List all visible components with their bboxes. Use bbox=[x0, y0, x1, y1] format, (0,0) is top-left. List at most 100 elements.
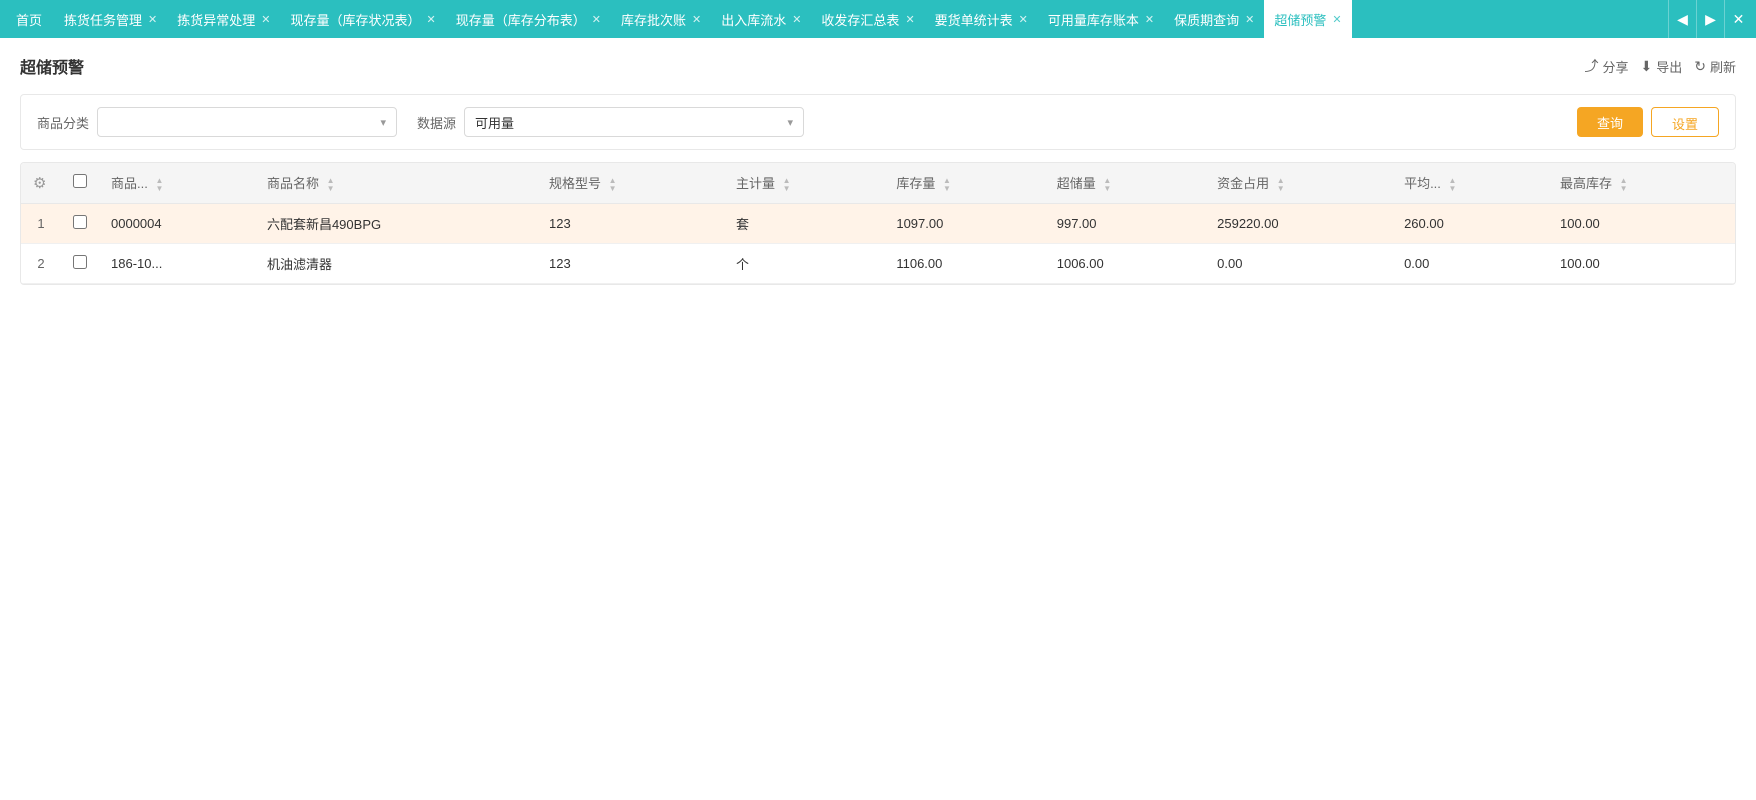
tab-close-icon[interactable]: ✕ bbox=[1332, 13, 1341, 26]
datasource-select[interactable]: 可用量 ▾ bbox=[464, 107, 804, 137]
row-capital: 0.00 bbox=[1205, 243, 1392, 283]
row-unit: 套 bbox=[724, 203, 884, 243]
col-avg: 平均... ▲▼ bbox=[1392, 163, 1548, 203]
row-stock: 1106.00 bbox=[884, 243, 1044, 283]
row-checkbox[interactable] bbox=[73, 215, 87, 229]
tab-close-icon[interactable]: ✕ bbox=[261, 13, 270, 26]
row-spec: 123 bbox=[537, 243, 724, 283]
export-link[interactable]: ⬇ 导出 bbox=[1641, 57, 1683, 76]
tab-label: 现存量（库存分布表） bbox=[456, 10, 586, 29]
page-actions: ⤴ 分享 ⬇ 导出 ↻ 刷新 bbox=[1584, 56, 1736, 76]
tab-close-icon[interactable]: ✕ bbox=[148, 13, 157, 26]
filter-actions: 查询 设置 bbox=[1577, 107, 1719, 137]
row-name: 六配套新昌490BPG bbox=[255, 203, 537, 243]
col-unit-label: 主计量 bbox=[736, 176, 775, 191]
table-header-row: ⚙ 商品... ▲▼ 商品名称 ▲▼ 规格型号 ▲▼ bbox=[21, 163, 1735, 203]
col-unit: 主计量 ▲▼ bbox=[724, 163, 884, 203]
col-stock-sort-icon[interactable]: ▲▼ bbox=[943, 177, 951, 193]
table-row: 2 186-10... 机油滤清器 123 个 1106.00 1006.00 … bbox=[21, 243, 1735, 283]
topbar-tab-2[interactable]: 现存量（库存状况表） ✕ bbox=[280, 0, 445, 38]
col-gear: ⚙ bbox=[21, 163, 61, 203]
col-code-sort-icon[interactable]: ▲▼ bbox=[155, 177, 163, 193]
datasource-value: 可用量 bbox=[475, 113, 514, 132]
topbar-tab-1[interactable]: 拣货异常处理 ✕ bbox=[167, 0, 280, 38]
col-capital-sort-icon[interactable]: ▲▼ bbox=[1277, 177, 1285, 193]
row-name: 机油滤清器 bbox=[255, 243, 537, 283]
topbar-tab-6[interactable]: 收发存汇总表✕ bbox=[811, 0, 924, 38]
row-checkbox[interactable] bbox=[73, 255, 87, 269]
datasource-chevron-icon: ▾ bbox=[788, 116, 794, 129]
select-all-checkbox[interactable] bbox=[73, 174, 87, 188]
col-code-label: 商品... bbox=[111, 176, 148, 191]
row-capital: 259220.00 bbox=[1205, 203, 1392, 243]
category-select[interactable]: ▾ bbox=[97, 107, 397, 137]
topbar-tab-10[interactable]: 超储预警✕ bbox=[1264, 0, 1351, 38]
home-link[interactable]: 首页 bbox=[4, 0, 54, 38]
col-capital: 资金占用 ▲▼ bbox=[1205, 163, 1392, 203]
row-over: 997.00 bbox=[1045, 203, 1205, 243]
tab-close-icon[interactable]: ✕ bbox=[692, 13, 701, 26]
col-code: 商品... ▲▼ bbox=[99, 163, 255, 203]
setting-button[interactable]: 设置 bbox=[1651, 107, 1719, 137]
tab-label: 保质期查询 bbox=[1174, 10, 1239, 29]
col-name-sort-icon[interactable]: ▲▼ bbox=[327, 177, 335, 193]
col-avg-label: 平均... bbox=[1404, 176, 1441, 191]
col-spec-sort-icon[interactable]: ▲▼ bbox=[609, 177, 617, 193]
tab-close-icon[interactable]: ✕ bbox=[1019, 13, 1028, 26]
col-name: 商品名称 ▲▼ bbox=[255, 163, 537, 203]
topbar-tab-5[interactable]: 出入库流水✕ bbox=[711, 0, 811, 38]
share-link[interactable]: ⤴ 分享 bbox=[1584, 56, 1628, 76]
tab-label: 拣货任务管理 bbox=[64, 10, 142, 29]
col-name-label: 商品名称 bbox=[267, 176, 319, 191]
tab-close-icon[interactable]: ✕ bbox=[905, 13, 914, 26]
topbar-tab-9[interactable]: 保质期查询 ✕ bbox=[1164, 0, 1264, 38]
row-avg: 0.00 bbox=[1392, 243, 1548, 283]
row-code: 186-10... bbox=[99, 243, 255, 283]
col-avg-sort-icon[interactable]: ▲▼ bbox=[1449, 177, 1457, 193]
col-stock: 库存量 ▲▼ bbox=[884, 163, 1044, 203]
col-maxstock-label: 最高库存 bbox=[1560, 176, 1612, 191]
tab-close-icon[interactable]: ✕ bbox=[1245, 13, 1254, 26]
page-wrapper: 超储预警 ⤴ 分享 ⬇ 导出 ↻ 刷新 商品分类 ▾ 数据源 bbox=[0, 38, 1756, 301]
col-spec: 规格型号 ▲▼ bbox=[537, 163, 724, 203]
col-maxstock: 最高库存 ▲▼ bbox=[1548, 163, 1735, 203]
row-stock: 1097.00 bbox=[884, 203, 1044, 243]
export-icon: ⬇ bbox=[1641, 58, 1653, 75]
nav-next-btn[interactable]: ▶ bbox=[1696, 0, 1724, 38]
col-maxstock-sort-icon[interactable]: ▲▼ bbox=[1620, 177, 1628, 193]
table-row: 1 0000004 六配套新昌490BPG 123 套 1097.00 997.… bbox=[21, 203, 1735, 243]
topbar-tab-3[interactable]: 现存量（库存分布表） ✕ bbox=[446, 0, 611, 38]
col-stock-label: 库存量 bbox=[896, 176, 935, 191]
topbar-tab-4[interactable]: 库存批次账 ✕ bbox=[611, 0, 711, 38]
tab-close-icon[interactable]: ✕ bbox=[792, 13, 801, 26]
tab-label: 现存量（库存状况表） bbox=[290, 10, 420, 29]
col-unit-sort-icon[interactable]: ▲▼ bbox=[783, 177, 791, 193]
filter-row: 商品分类 ▾ 数据源 可用量 ▾ 查询 设置 bbox=[20, 94, 1736, 150]
tab-label: 可用量库存账本 bbox=[1048, 10, 1139, 29]
nav-close-btn[interactable]: ✕ bbox=[1724, 0, 1752, 38]
category-filter-group: 商品分类 ▾ bbox=[37, 107, 397, 137]
topbar-tab-0[interactable]: 拣货任务管理 ✕ bbox=[54, 0, 167, 38]
topbar-tab-7[interactable]: 要货单统计表✕ bbox=[925, 0, 1038, 38]
tab-label: 库存批次账 bbox=[621, 10, 686, 29]
tab-close-icon[interactable]: ✕ bbox=[1145, 13, 1154, 26]
row-checkbox-cell bbox=[61, 243, 99, 283]
row-num: 1 bbox=[37, 216, 44, 231]
col-over-sort-icon[interactable]: ▲▼ bbox=[1103, 177, 1111, 193]
row-avg: 260.00 bbox=[1392, 203, 1548, 243]
row-code: 0000004 bbox=[99, 203, 255, 243]
query-button[interactable]: 查询 bbox=[1577, 107, 1643, 137]
nav-prev-btn[interactable]: ◀ bbox=[1668, 0, 1696, 38]
topbar-tab-8[interactable]: 可用量库存账本 ✕ bbox=[1038, 0, 1164, 38]
refresh-link[interactable]: ↻ 刷新 bbox=[1694, 57, 1736, 76]
tab-label: 拣货异常处理 bbox=[177, 10, 255, 29]
data-table: ⚙ 商品... ▲▼ 商品名称 ▲▼ 规格型号 ▲▼ bbox=[21, 163, 1735, 284]
share-label: 分享 bbox=[1602, 57, 1628, 76]
settings-icon[interactable]: ⚙ bbox=[33, 175, 46, 192]
tab-close-icon[interactable]: ✕ bbox=[427, 13, 436, 26]
refresh-icon: ↻ bbox=[1694, 58, 1706, 75]
row-gear-cell: 2 bbox=[21, 243, 61, 283]
tab-close-icon[interactable]: ✕ bbox=[592, 13, 601, 26]
row-over: 1006.00 bbox=[1045, 243, 1205, 283]
page-header: 超储预警 ⤴ 分享 ⬇ 导出 ↻ 刷新 bbox=[20, 54, 1736, 78]
